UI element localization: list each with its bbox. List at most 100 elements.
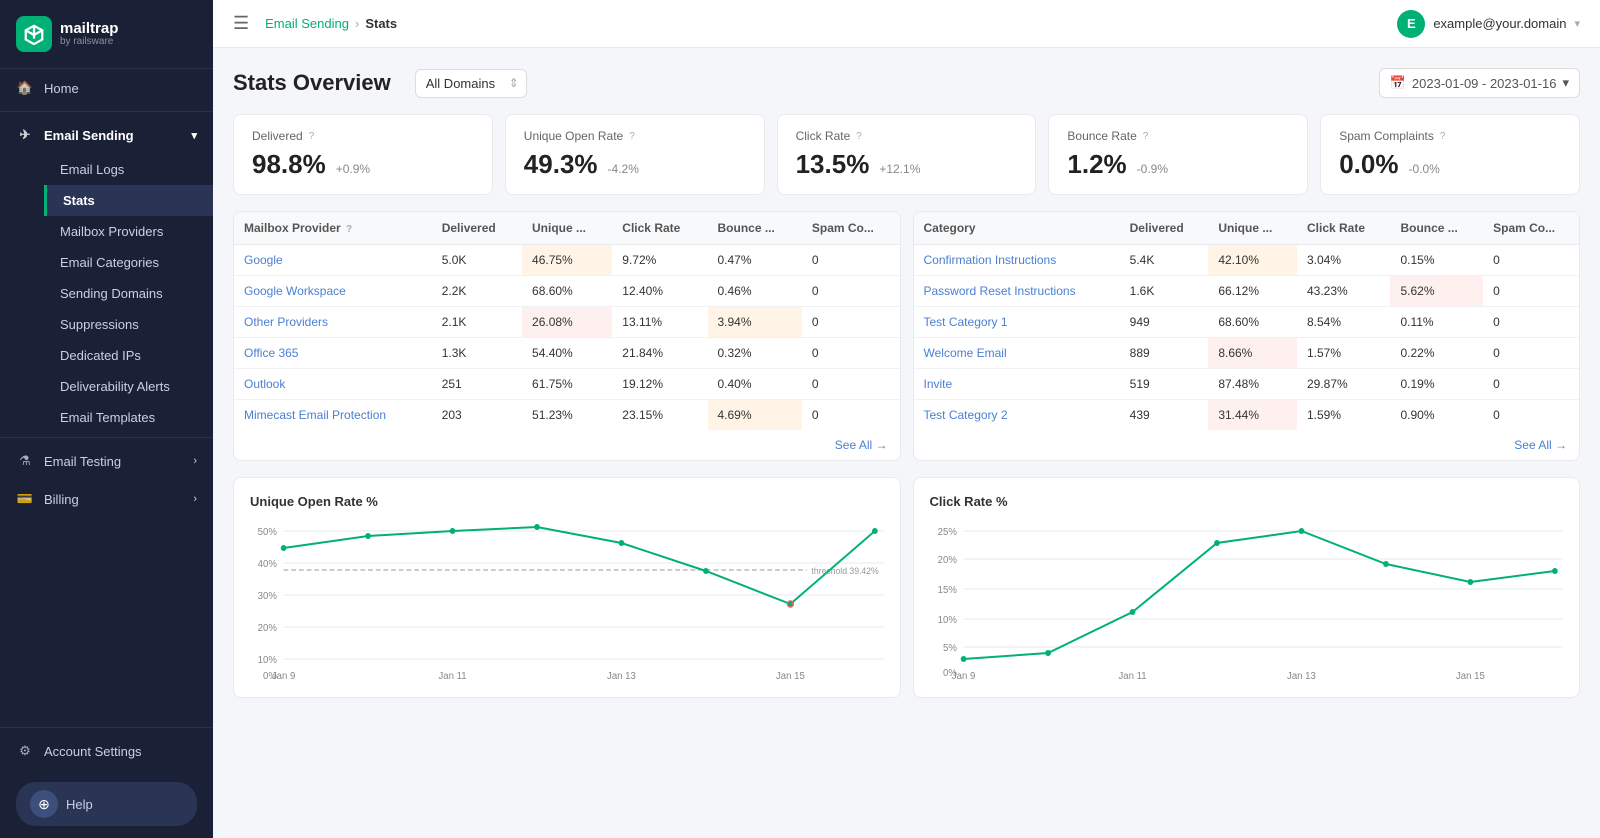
category-name-cell[interactable]: Password Reset Instructions bbox=[914, 276, 1120, 307]
date-range-picker[interactable]: 📅 2023-01-09 - 2023-01-16 ▾ bbox=[1379, 68, 1580, 98]
mailbox-name-cell[interactable]: Other Providers bbox=[234, 307, 432, 338]
user-avatar: E bbox=[1397, 10, 1425, 38]
mailbox-unique-cell: 46.75% bbox=[522, 245, 612, 276]
sidebar-item-email-logs[interactable]: Email Logs bbox=[44, 154, 213, 185]
mailbox-name-cell[interactable]: Mimecast Email Protection bbox=[234, 400, 432, 431]
credit-card-icon: 💳 bbox=[16, 490, 34, 508]
mailbox-click-cell: 12.40% bbox=[612, 276, 707, 307]
sidebar-label-email-sending: Email Sending bbox=[44, 128, 134, 143]
category-spam-cell: 0 bbox=[1483, 369, 1579, 400]
sidebar-label-email-logs: Email Logs bbox=[60, 162, 124, 177]
sidebar-item-suppressions[interactable]: Suppressions bbox=[44, 309, 213, 340]
sidebar-label-email-templates: Email Templates bbox=[60, 410, 155, 425]
kpi-spam-complaints: Spam Complaints ? 0.0% -0.0% bbox=[1320, 114, 1580, 195]
breadcrumb-parent[interactable]: Email Sending bbox=[265, 16, 349, 31]
kpi-spam-label: Spam Complaints ? bbox=[1339, 129, 1561, 143]
table-row: Password Reset Instructions 1.6K 66.12% … bbox=[914, 276, 1580, 307]
kpi-click-rate-help[interactable]: ? bbox=[856, 131, 862, 142]
sidebar-item-mailbox-providers[interactable]: Mailbox Providers bbox=[44, 216, 213, 247]
category-delivered-cell: 519 bbox=[1120, 369, 1209, 400]
mailbox-delivered-cell: 1.3K bbox=[432, 338, 522, 369]
category-name-cell[interactable]: Welcome Email bbox=[914, 338, 1120, 369]
kpi-open-rate-help[interactable]: ? bbox=[629, 131, 635, 142]
breadcrumb: Email Sending › Stats bbox=[265, 16, 397, 31]
sidebar: mailtrap by railsware 🏠 Home ✈ Email Sen… bbox=[0, 0, 213, 838]
sidebar-label-mailbox-providers: Mailbox Providers bbox=[60, 224, 163, 239]
table-row: Outlook 251 61.75% 19.12% 0.40% 0 bbox=[234, 369, 900, 400]
sidebar-item-email-templates[interactable]: Email Templates bbox=[44, 402, 213, 433]
svg-text:10%: 10% bbox=[937, 615, 956, 626]
category-delivered-cell: 1.6K bbox=[1120, 276, 1209, 307]
mailbox-spam-cell: 0 bbox=[802, 369, 900, 400]
click-rate-chart-area: 25% 20% 15% 10% 5% 0% bbox=[930, 521, 1564, 681]
sidebar-item-email-categories[interactable]: Email Categories bbox=[44, 247, 213, 278]
sidebar-item-stats[interactable]: Stats bbox=[44, 185, 213, 216]
open-rate-svg: 50% 40% 30% 20% 10% 0% t bbox=[250, 521, 884, 681]
mailbox-spam-cell: 0 bbox=[802, 338, 900, 369]
mailbox-name-cell[interactable]: Office 365 bbox=[234, 338, 432, 369]
mailbox-spam-cell: 0 bbox=[802, 307, 900, 338]
svg-text:Jan 13: Jan 13 bbox=[607, 671, 636, 681]
settings-icon: ⚙ bbox=[16, 742, 34, 760]
open-rate-title: Unique Open Rate % bbox=[250, 494, 884, 509]
category-name-cell[interactable]: Invite bbox=[914, 369, 1120, 400]
kpi-unique-open-rate: Unique Open Rate ? 49.3% -4.2% bbox=[505, 114, 765, 195]
sidebar-label-sending-domains: Sending Domains bbox=[60, 286, 163, 301]
svg-text:Jan 15: Jan 15 bbox=[1455, 671, 1484, 681]
mailbox-bounce-cell: 0.46% bbox=[708, 276, 802, 307]
mailbox-see-all-link[interactable]: See All → bbox=[835, 438, 888, 452]
col-delivered: Delivered bbox=[432, 212, 522, 245]
svg-text:Jan 11: Jan 11 bbox=[1118, 671, 1146, 681]
hamburger-icon[interactable]: ☰ bbox=[233, 13, 249, 34]
kpi-spam-help[interactable]: ? bbox=[1440, 131, 1446, 142]
mailbox-delivered-cell: 2.2K bbox=[432, 276, 522, 307]
kpi-delivered-help[interactable]: ? bbox=[309, 131, 315, 142]
mailbox-unique-cell: 61.75% bbox=[522, 369, 612, 400]
logo-sub: by railsware bbox=[60, 36, 118, 47]
sidebar-item-home[interactable]: 🏠 Home bbox=[0, 69, 213, 107]
user-menu-arrow[interactable]: ▾ bbox=[1574, 17, 1580, 30]
category-name-cell[interactable]: Confirmation Instructions bbox=[914, 245, 1120, 276]
mailbox-delivered-cell: 5.0K bbox=[432, 245, 522, 276]
category-name-cell[interactable]: Test Category 1 bbox=[914, 307, 1120, 338]
mailbox-name-cell[interactable]: Outlook bbox=[234, 369, 432, 400]
help-icon: ⊕ bbox=[30, 790, 58, 818]
category-see-all-link[interactable]: See All → bbox=[1514, 438, 1567, 452]
mailbox-delivered-cell: 203 bbox=[432, 400, 522, 431]
sidebar-item-account-settings[interactable]: ⚙ Account Settings bbox=[0, 732, 213, 770]
category-spam-cell: 0 bbox=[1483, 338, 1579, 369]
click-rate-chart: Click Rate % 25% 20% 15% 10% 5% 0% bbox=[913, 477, 1581, 698]
category-click-cell: 1.59% bbox=[1297, 400, 1390, 431]
sidebar-item-sending-domains[interactable]: Sending Domains bbox=[44, 278, 213, 309]
sidebar-item-email-testing[interactable]: ⚗ Email Testing › bbox=[0, 442, 213, 480]
sidebar-item-email-sending[interactable]: ✈ Email Sending ▾ bbox=[0, 116, 213, 154]
category-spam-cell: 0 bbox=[1483, 307, 1579, 338]
category-click-cell: 43.23% bbox=[1297, 276, 1390, 307]
svg-text:10%: 10% bbox=[258, 655, 277, 666]
help-button[interactable]: ⊕ Help bbox=[16, 782, 197, 826]
col-bounce: Bounce ... bbox=[708, 212, 802, 245]
mailbox-name-cell[interactable]: Google bbox=[234, 245, 432, 276]
category-click-cell: 29.87% bbox=[1297, 369, 1390, 400]
sidebar-item-dedicated-ips[interactable]: Dedicated IPs bbox=[44, 340, 213, 371]
table-row: Invite 519 87.48% 29.87% 0.19% 0 bbox=[914, 369, 1580, 400]
kpi-bounce-rate: Bounce Rate ? 1.2% -0.9% bbox=[1048, 114, 1308, 195]
col-cat-bounce: Bounce ... bbox=[1390, 212, 1483, 245]
sidebar-item-deliverability-alerts[interactable]: Deliverability Alerts bbox=[44, 371, 213, 402]
mailbox-click-cell: 9.72% bbox=[612, 245, 707, 276]
svg-text:20%: 20% bbox=[937, 555, 956, 566]
open-rate-chart-area: 50% 40% 30% 20% 10% 0% t bbox=[250, 521, 884, 681]
table-row: Google 5.0K 46.75% 9.72% 0.47% 0 bbox=[234, 245, 900, 276]
kpi-bounce-rate-help[interactable]: ? bbox=[1143, 131, 1149, 142]
overview-left: Stats Overview All Domains bbox=[233, 69, 527, 98]
mailbox-name-cell[interactable]: Google Workspace bbox=[234, 276, 432, 307]
category-bounce-cell: 0.15% bbox=[1390, 245, 1483, 276]
domain-select[interactable]: All Domains bbox=[415, 69, 527, 98]
table-row: Google Workspace 2.2K 68.60% 12.40% 0.46… bbox=[234, 276, 900, 307]
category-name-cell[interactable]: Test Category 2 bbox=[914, 400, 1120, 431]
svg-text:Jan 11: Jan 11 bbox=[438, 671, 466, 681]
kpi-open-rate-delta: -4.2% bbox=[608, 162, 639, 176]
sidebar-item-billing[interactable]: 💳 Billing › bbox=[0, 480, 213, 518]
kpi-click-rate-label: Click Rate ? bbox=[796, 129, 1018, 143]
date-range-arrow: ▾ bbox=[1562, 75, 1569, 91]
